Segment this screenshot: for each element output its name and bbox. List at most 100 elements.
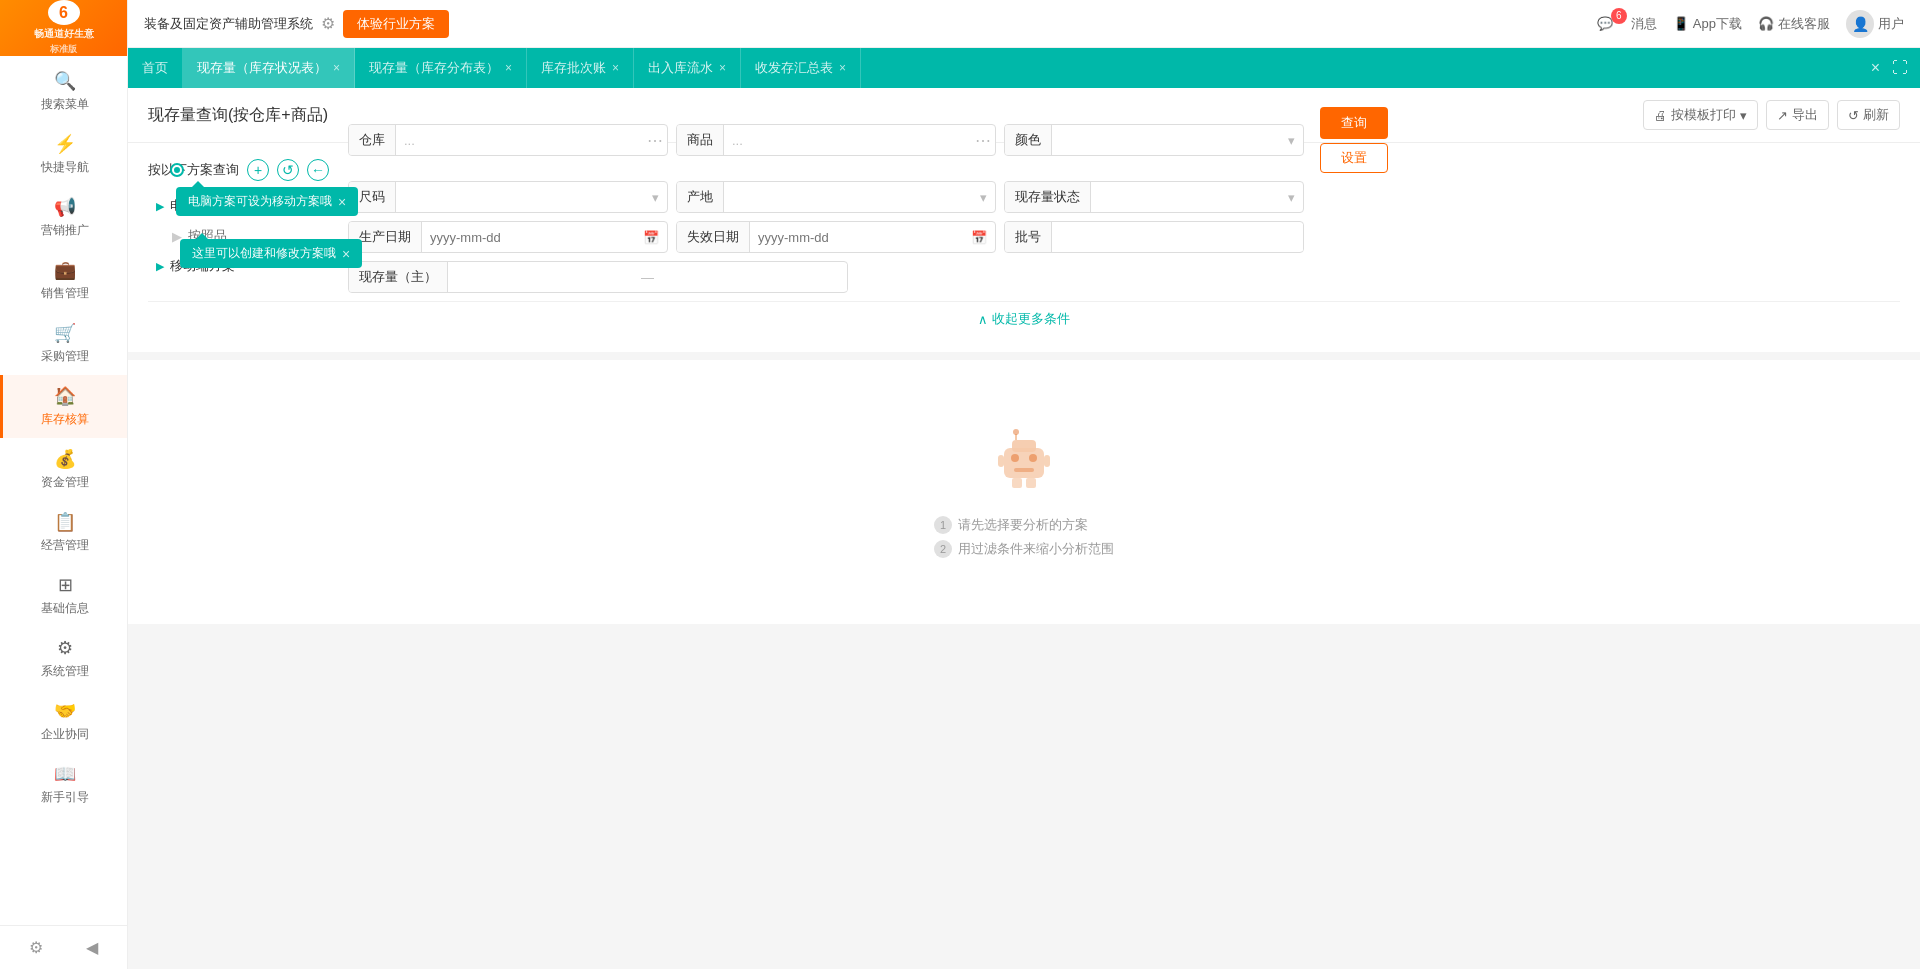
empty-state: 1 请先选择要分析的方案 2 用过滤条件来缩小分析范围: [128, 360, 1920, 624]
inventory-icon: 🏠: [54, 385, 76, 407]
product-field[interactable]: 商品 ... ⋯: [676, 124, 996, 156]
tabbar: 首页 现存量（库存状况表） × 现存量（库存分布表） × 库存批次账 × 出入库…: [128, 48, 1920, 88]
sidebar-item-enterprise[interactable]: 🤝 企业协同: [0, 690, 127, 753]
filter-back-btn[interactable]: ←: [307, 159, 329, 181]
sidebar-item-quicknav[interactable]: ⚡ 快捷导航: [0, 123, 127, 186]
tab-recv-summary[interactable]: 收发存汇总表 ×: [741, 48, 861, 88]
search-icon: 🔍: [54, 70, 76, 92]
scheme-edit-popup: 这里可以创建和修改方案哦 ×: [180, 239, 362, 268]
sidebar-item-finance[interactable]: 💰 资金管理: [0, 438, 127, 501]
app-download-label: App下载: [1693, 15, 1742, 33]
sidebar-item-search[interactable]: 🔍 搜索菜单: [0, 60, 127, 123]
produce-date-field[interactable]: 生产日期 📅: [348, 221, 668, 253]
tab-io-flow[interactable]: 出入库流水 ×: [634, 48, 741, 88]
stock-qty-min-input[interactable]: [448, 264, 637, 291]
purchase-icon: 🛒: [54, 322, 76, 344]
filter-header: 按以下方案查询 + ↺ ← 电脑方案可设为移动方案哦 ×: [148, 159, 1900, 181]
batch-input[interactable]: [1052, 224, 1303, 251]
svg-point-10: [1013, 429, 1019, 435]
sidebar-item-guide[interactable]: 📖 新手引导: [0, 753, 127, 816]
online-support-label: 在线客服: [1778, 15, 1830, 33]
online-support-btn[interactable]: 🎧 在线客服: [1758, 15, 1830, 33]
topbar-right: 💬 6 消息 📱 App下载 🎧 在线客服 👤 用户: [1597, 10, 1904, 38]
sidebar-item-purchase[interactable]: 🛒 采购管理: [0, 312, 127, 375]
empty-tips: 1 请先选择要分析的方案 2 用过滤条件来缩小分析范围: [934, 516, 1114, 564]
sidebar-item-system[interactable]: ⚙ 系统管理: [0, 627, 127, 690]
sidebar-item-ops[interactable]: 📋 经营管理: [0, 501, 127, 564]
tab-recv-summary-label: 收发存汇总表: [755, 59, 833, 77]
expire-date-input[interactable]: [750, 224, 963, 251]
sidebar-item-ops-label: 经营管理: [41, 537, 89, 554]
collapse-up-icon: ∧: [978, 312, 988, 327]
svg-rect-1: [1012, 440, 1036, 452]
scheme-edit-close[interactable]: ×: [342, 246, 350, 262]
notification-btn[interactable]: 💬 6 消息: [1597, 15, 1657, 33]
filter-refresh-btn[interactable]: ↺: [277, 159, 299, 181]
collapse-sidebar-icon[interactable]: ◀: [86, 938, 98, 957]
tab-stock-dist-label: 现存量（库存分布表）: [369, 59, 499, 77]
sidebar-item-quicknav-label: 快捷导航: [41, 159, 89, 176]
color-field[interactable]: 颜色 ▾: [1004, 124, 1304, 156]
svg-point-2: [1011, 454, 1019, 462]
topbar: 装备及固定资产辅助管理系统 ⚙ 体验行业方案 💬 6 消息 📱 App下载 🎧 …: [128, 0, 1920, 48]
tab-home[interactable]: 首页: [128, 48, 183, 88]
tab-stock-dist-close[interactable]: ×: [505, 61, 512, 75]
produce-date-calendar-icon[interactable]: 📅: [635, 224, 667, 251]
color-label: 颜色: [1005, 125, 1052, 155]
print-btn[interactable]: 🖨 按模板打印 ▾: [1643, 100, 1758, 130]
settings-icon[interactable]: ⚙: [29, 938, 43, 957]
refresh-label: 刷新: [1863, 106, 1889, 124]
sidebar-item-system-label: 系统管理: [41, 663, 89, 680]
sidebar-item-marketing[interactable]: 📢 营销推广: [0, 186, 127, 249]
product-value: ...: [724, 127, 971, 154]
collapse-bar[interactable]: ∧ 收起更多条件: [148, 301, 1900, 336]
app-download-btn[interactable]: 📱 App下载: [1673, 15, 1742, 33]
topbar-gear-icon[interactable]: ⚙: [321, 14, 335, 33]
tip-num-1: 1: [934, 516, 952, 534]
expire-date-calendar-icon[interactable]: 📅: [963, 224, 995, 251]
sales-icon: 💼: [54, 259, 76, 281]
sidebar-item-basic[interactable]: ⊞ 基础信息: [0, 564, 127, 627]
fullscreen-icon[interactable]: ⛶: [1888, 55, 1912, 81]
logo-brand-sub: 标准版: [50, 43, 77, 56]
sidebar-item-inventory[interactable]: 🏠 库存核算: [0, 375, 127, 438]
tab-recv-summary-close[interactable]: ×: [839, 61, 846, 75]
scheme-mobile-arrow: ▶: [156, 260, 164, 273]
empty-tip-1: 1 请先选择要分析的方案: [934, 516, 1114, 534]
tip-text-1: 请先选择要分析的方案: [958, 516, 1088, 534]
sidebar-item-sales-label: 销售管理: [41, 285, 89, 302]
expire-date-field[interactable]: 失效日期 📅: [676, 221, 996, 253]
trial-btn[interactable]: 体验行业方案: [343, 10, 449, 38]
filter-add-btn[interactable]: +: [247, 159, 269, 181]
warehouse-more-icon[interactable]: ⋯: [643, 131, 667, 150]
scheme-item-pc[interactable]: ▶ 电脑端方案: [148, 193, 1900, 219]
stock-qty-max-input[interactable]: [658, 264, 847, 291]
tab-io-flow-close[interactable]: ×: [719, 61, 726, 75]
tab-stock-status[interactable]: 现存量（库存状况表） ×: [183, 48, 355, 88]
warehouse-field[interactable]: 仓库 ... ⋯: [348, 124, 668, 156]
color-dropdown-icon[interactable]: ▾: [1280, 127, 1303, 154]
tab-batch-account-label: 库存批次账: [541, 59, 606, 77]
sidebar-item-sales[interactable]: 💼 销售管理: [0, 249, 127, 312]
batch-field[interactable]: 批号: [1004, 221, 1304, 253]
enterprise-icon: 🤝: [54, 700, 76, 722]
produce-date-input[interactable]: [422, 224, 635, 251]
collapse-label: 收起更多条件: [992, 310, 1070, 328]
tab-batch-account[interactable]: 库存批次账 ×: [527, 48, 634, 88]
tabbar-actions: × ⛶: [1859, 48, 1920, 88]
user-menu[interactable]: 👤 用户: [1846, 10, 1904, 38]
system-icon: ⚙: [57, 637, 73, 659]
add-tooltip-close[interactable]: ×: [338, 194, 346, 210]
tab-batch-account-close[interactable]: ×: [612, 61, 619, 75]
refresh-btn[interactable]: ↺ 刷新: [1837, 100, 1900, 130]
sidebar-item-basic-label: 基础信息: [41, 600, 89, 617]
product-more-icon[interactable]: ⋯: [971, 131, 995, 150]
export-btn[interactable]: ↗ 导出: [1766, 100, 1829, 130]
search-btn[interactable]: 查询: [1320, 107, 1388, 139]
close-all-tabs-icon[interactable]: ×: [1867, 55, 1884, 81]
tab-stock-status-close[interactable]: ×: [333, 61, 340, 75]
notification-label: 消息: [1631, 15, 1657, 33]
tip-num-2: 2: [934, 540, 952, 558]
batch-label: 批号: [1005, 222, 1052, 252]
tab-stock-dist[interactable]: 现存量（库存分布表） ×: [355, 48, 527, 88]
